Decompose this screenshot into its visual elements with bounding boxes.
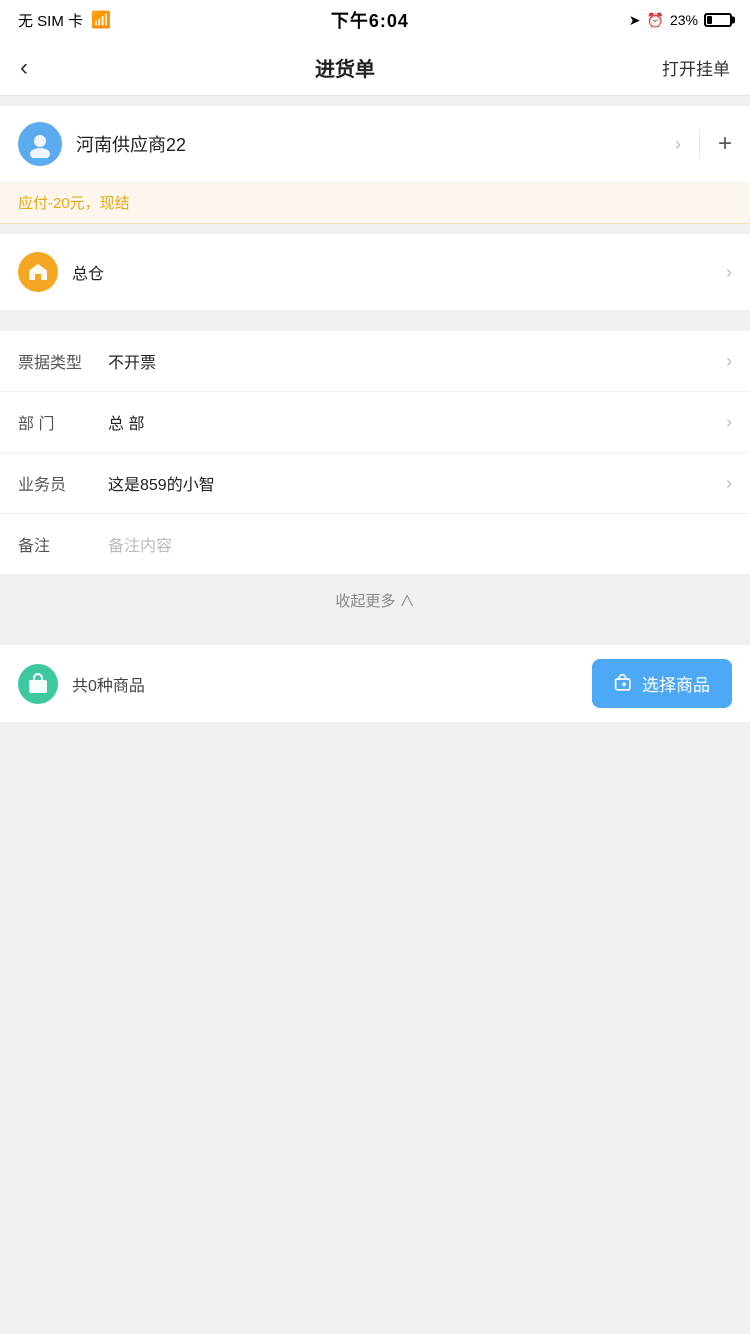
- page-title: 进货单: [315, 53, 375, 82]
- department-chevron-icon: ›: [726, 412, 732, 433]
- supplier-name: 河南供应商22: [76, 131, 675, 157]
- invoice-type-label: 票据类型: [18, 349, 98, 373]
- supplier-chevron-icon: ›: [675, 134, 681, 155]
- avatar-icon: [26, 130, 54, 158]
- location-icon: ➤: [629, 12, 641, 29]
- warehouse-row[interactable]: 总仓 ›: [0, 234, 750, 311]
- supplier-row[interactable]: 河南供应商22 › +: [0, 106, 750, 182]
- back-button[interactable]: ‹: [20, 54, 28, 82]
- remark-row[interactable]: 备注 备注内容: [0, 514, 750, 574]
- status-right: ➤ ⏰ 23%: [629, 12, 732, 29]
- bottom-bar: 共0种商品 选择商品: [0, 645, 750, 722]
- product-count: 共0种商品: [72, 672, 592, 696]
- department-value: 总 部: [108, 410, 726, 434]
- invoice-type-value: 不开票: [108, 349, 726, 373]
- wifi-icon: 📶: [91, 10, 111, 30]
- salesperson-chevron-icon: ›: [726, 473, 732, 494]
- salesperson-value: 这是859的小智: [108, 471, 726, 495]
- collapse-bar[interactable]: 收起更多 ∧: [0, 575, 750, 625]
- department-row[interactable]: 部 门 总 部 ›: [0, 392, 750, 453]
- fields-section: 票据类型 不开票 › 部 门 总 部 › 业务员 这是859的小智 › 备注 备…: [0, 331, 750, 574]
- supplier-divider: [699, 130, 700, 158]
- add-supplier-button[interactable]: +: [718, 130, 732, 158]
- section-gap-1: [0, 96, 750, 106]
- open-pending-button[interactable]: 打开挂单: [662, 55, 730, 80]
- warehouse-icon: [18, 252, 58, 292]
- status-time: 下午6:04: [331, 7, 409, 33]
- collapse-label: 收起更多 ∧: [335, 590, 414, 611]
- supplier-avatar: [18, 122, 62, 166]
- section-gap-4: [0, 625, 750, 635]
- status-bar: 无 SIM 卡 📶 下午6:04 ➤ ⏰ 23%: [0, 0, 750, 40]
- cart-icon: [614, 674, 634, 694]
- battery-pct: 23%: [670, 12, 698, 28]
- department-label: 部 门: [18, 410, 98, 434]
- sim-label: 无 SIM 卡: [18, 10, 83, 31]
- select-product-button[interactable]: 选择商品: [592, 659, 732, 708]
- salesperson-label: 业务员: [18, 471, 98, 495]
- status-left: 无 SIM 卡 📶: [18, 10, 111, 31]
- product-icon: [18, 664, 58, 704]
- salesperson-row[interactable]: 业务员 这是859的小智 ›: [0, 453, 750, 514]
- remark-label: 备注: [18, 532, 98, 556]
- page-background: [0, 722, 750, 1022]
- battery-icon: [704, 13, 732, 27]
- section-gap-3: [0, 311, 750, 321]
- notice-bar: 应付-20元，现结: [0, 182, 750, 224]
- invoice-type-chevron-icon: ›: [726, 351, 732, 372]
- nav-bar: ‹ 进货单 打开挂单: [0, 40, 750, 96]
- remark-value[interactable]: 备注内容: [108, 532, 732, 556]
- notice-text: 应付-20元，现结: [18, 195, 130, 212]
- alarm-icon: ⏰: [647, 12, 664, 29]
- warehouse-name: 总仓: [72, 260, 726, 284]
- section-gap-2: [0, 224, 750, 234]
- warehouse-chevron-icon: ›: [726, 262, 732, 283]
- select-product-label: 选择商品: [642, 671, 710, 696]
- invoice-type-row[interactable]: 票据类型 不开票 ›: [0, 331, 750, 392]
